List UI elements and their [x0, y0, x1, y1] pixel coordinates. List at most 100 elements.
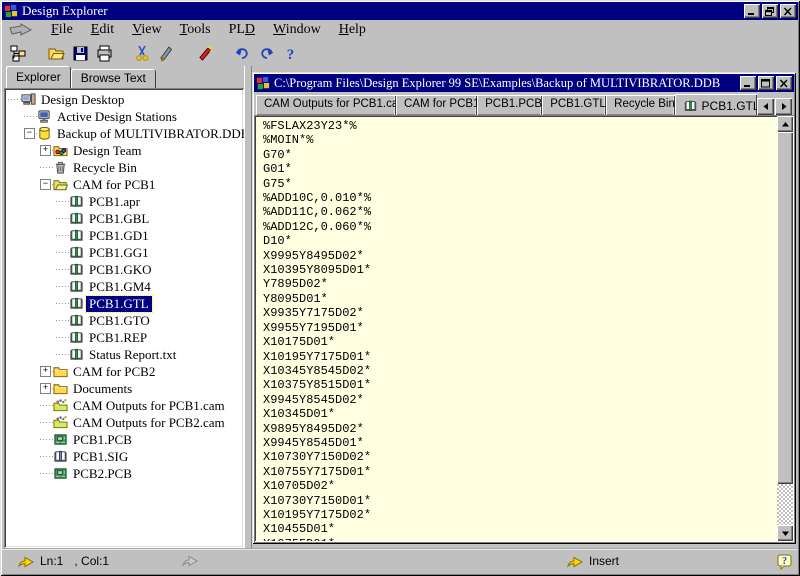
tree-item[interactable]: −Backup of MULTIVIBRATOR.DDB [5, 125, 243, 142]
doc-minimize-button[interactable] [740, 76, 756, 90]
tree-item-label: CAM Outputs for PCB2.cam [70, 415, 228, 431]
tree-item[interactable]: +Design Team [5, 142, 243, 159]
copy-button[interactable] [154, 42, 178, 64]
text-line: X9955Y7195D01* [263, 321, 777, 335]
menu-tools[interactable]: Tools [171, 21, 220, 39]
save-button[interactable] [68, 42, 92, 64]
tab-explorer[interactable]: Explorer [6, 66, 71, 88]
text-line: X9995Y8495D02* [263, 249, 777, 263]
tree-item[interactable]: PCB1.SIG [5, 448, 243, 465]
minimize-button[interactable] [744, 4, 760, 18]
scroll-down-button[interactable] [777, 525, 793, 541]
tree-item[interactable]: PCB1.GBL [5, 210, 243, 227]
recycle-icon [53, 160, 70, 176]
expand-icon[interactable]: + [40, 366, 51, 377]
menu-help[interactable]: Help [330, 21, 375, 39]
tab-scroll-left-button[interactable] [757, 98, 774, 115]
tree-item[interactable]: Status Report.txt [5, 346, 243, 363]
text-line: %MOIN*% [263, 133, 777, 147]
tree-item[interactable]: PCB1.GTL [5, 295, 243, 312]
menu-window[interactable]: Window [264, 21, 330, 39]
text-line: X9945Y8545D01* [263, 436, 777, 450]
tree-item[interactable]: Active Design Stations [5, 108, 243, 125]
cam-doc-icon [69, 262, 86, 278]
tree-item-label: PCB1.GTO [86, 313, 153, 329]
help-button[interactable]: ? [278, 42, 302, 64]
text-line: X10730Y7150D02* [263, 450, 777, 464]
tree-item[interactable]: PCB1.PCB [5, 431, 243, 448]
text-line: X10705D02* [263, 479, 777, 493]
explorer-panel-toggle-button[interactable] [6, 42, 30, 64]
document-tab-label: PCB1.GTL [702, 99, 757, 113]
tree-item-label: PCB1.GM4 [86, 279, 154, 295]
knife-icon [158, 45, 175, 62]
collapse-icon[interactable]: − [40, 179, 51, 190]
tree-item[interactable]: +CAM for PCB2 [5, 363, 243, 380]
cam-doc-icon [69, 228, 86, 244]
gerber-text-editor[interactable]: %FSLAX23Y23*%%MOIN*%G70*G01*G75*%ADD10C,… [255, 116, 777, 541]
run-script-button[interactable] [192, 42, 216, 64]
close-button[interactable] [780, 4, 796, 18]
menu-view[interactable]: View [123, 21, 171, 39]
tree-item[interactable]: CAM Outputs for PCB1.cam [5, 397, 243, 414]
open-folder-icon [48, 45, 65, 62]
tree-item[interactable]: + Documents [5, 380, 243, 397]
tree-item[interactable]: PCB1.GKO [5, 261, 243, 278]
text-line: X9895Y8495D02* [263, 422, 777, 436]
text-line: X10730Y7150D01* [263, 494, 777, 508]
tree-item[interactable]: PCB1.GD1 [5, 227, 243, 244]
cut-button[interactable] [130, 42, 154, 64]
menu-edit[interactable]: Edit [82, 21, 123, 39]
tree-item[interactable]: PCB1.REP [5, 329, 243, 346]
tree-item[interactable]: PCB1.GTO [5, 312, 243, 329]
document-tab[interactable]: CAM Outputs for PCB1.cam [256, 95, 396, 115]
chevron-down-icon [781, 529, 790, 538]
document-tab[interactable]: CAM for PCB1 [396, 95, 477, 115]
document-tab-active[interactable]: PCB1.GTL [675, 94, 757, 115]
scrollbar-track[interactable] [777, 484, 793, 525]
status-bar: Ln:1 , Col:1 Insert ? [2, 548, 798, 574]
menu-file[interactable]: File [42, 21, 82, 39]
document-titlebar: C:\Program Files\Design Explorer 99 SE\E… [254, 74, 794, 92]
scroll-up-button[interactable] [777, 116, 793, 132]
text-line: Y8095D01* [263, 292, 777, 306]
tree-item[interactable]: CAM Outputs for PCB2.cam [5, 414, 243, 431]
open-document-button[interactable] [44, 42, 68, 64]
tree-item-label: Documents [70, 381, 135, 397]
tree-connector [55, 329, 69, 346]
tree-item-label: CAM for PCB1 [70, 177, 158, 193]
collapse-icon[interactable]: − [24, 128, 35, 139]
undo-button[interactable] [230, 42, 254, 64]
menu-bar: FileEditViewToolsPLDWindowHelp [2, 20, 798, 40]
tab-scroll-right-button[interactable] [775, 98, 792, 115]
tree-connector: + [39, 380, 53, 397]
tree-item[interactable]: PCB1.GG1 [5, 244, 243, 261]
doc-close-button[interactable] [776, 76, 792, 90]
tree-item[interactable]: Design Desktop [5, 91, 243, 108]
print-button[interactable] [92, 42, 116, 64]
help-badge-icon[interactable]: ? [777, 554, 792, 570]
tab-browse-text[interactable]: Browse Text [71, 69, 156, 88]
doc-maximize-button[interactable] [758, 76, 774, 90]
tree-item[interactable]: − CAM for PCB1 [5, 176, 243, 193]
document-tab[interactable]: PCB1.GTL [542, 95, 606, 115]
expand-icon[interactable]: + [40, 145, 51, 156]
system-menu-arrow-icon[interactable] [8, 23, 34, 37]
scrollbar-thumb[interactable] [777, 132, 793, 484]
tree-item[interactable]: Recycle Bin [5, 159, 243, 176]
svg-text:?: ? [782, 556, 787, 567]
tree-connector [55, 244, 69, 261]
desktop-icon [21, 92, 38, 108]
document-tab[interactable]: PCB1.PCB [477, 95, 542, 115]
tree-item-label: CAM Outputs for PCB1.cam [70, 398, 228, 414]
menu-pld[interactable]: PLD [220, 21, 264, 39]
tree-item[interactable]: PCB1.GM4 [5, 278, 243, 295]
expand-icon[interactable]: + [40, 383, 51, 394]
tree-item[interactable]: PCB1.apr [5, 193, 243, 210]
panel-splitter[interactable] [244, 66, 252, 548]
restore-button[interactable] [762, 4, 778, 18]
document-tab[interactable]: Recycle Bin [606, 95, 674, 115]
text-line: X10195Y7175D02* [263, 508, 777, 522]
redo-button[interactable] [254, 42, 278, 64]
tree-item[interactable]: PCB2.PCB [5, 465, 243, 482]
